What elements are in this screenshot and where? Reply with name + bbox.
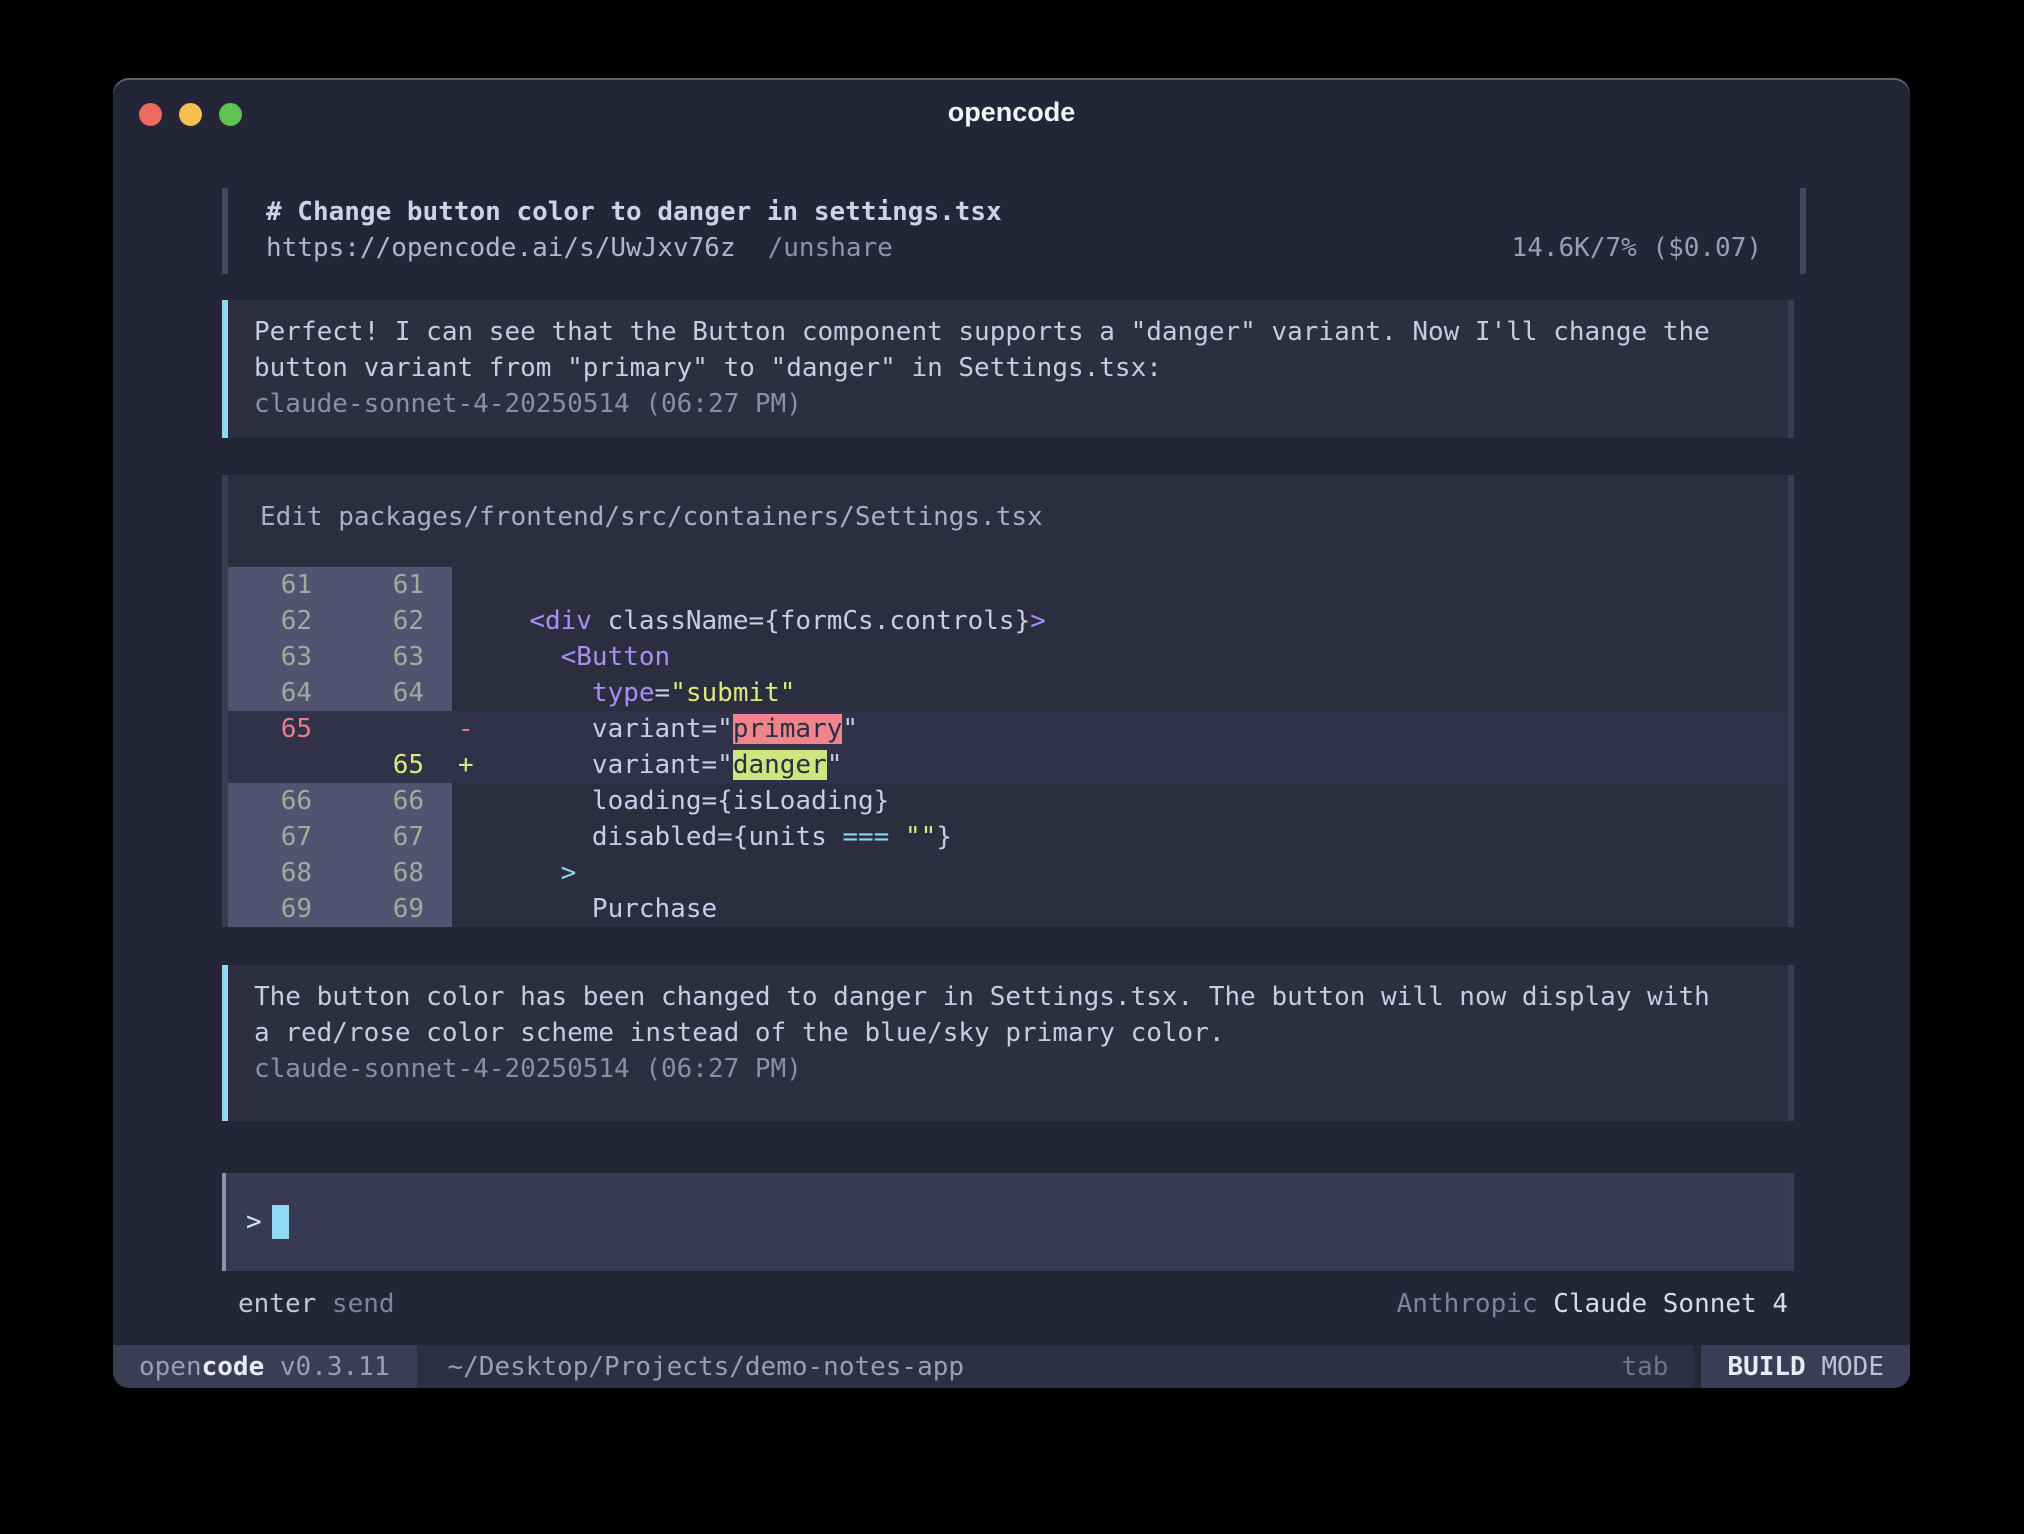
- diff-row: 6868 >: [228, 855, 1788, 891]
- mode-divider: [1694, 1345, 1701, 1388]
- prompt-input[interactable]: >: [222, 1173, 1794, 1271]
- provider-label: Anthropic: [1397, 1286, 1538, 1322]
- opencode-window: opencode # Change button color to danger…: [113, 78, 1910, 1388]
- diff-row: 6767 disabled={units === ""}: [228, 819, 1788, 855]
- context-usage: 14.6K/7% ($0.07): [1512, 230, 1762, 266]
- mode-name: BUILD: [1727, 1352, 1805, 1382]
- diff-row: 6262 <div className={formCs.controls}>: [228, 603, 1788, 639]
- app-version-chip: opencode v0.3.11: [113, 1345, 417, 1388]
- diff-row: 6161: [228, 567, 1788, 603]
- edit-tool-header: Edit packages/frontend/src/containers/Se…: [228, 499, 1788, 535]
- message-meta: claude-sonnet-4-20250514 (06:27 PM): [254, 1051, 1788, 1087]
- diff-row: 6464 type="submit": [228, 675, 1788, 711]
- app-version: v0.3.11: [264, 1352, 389, 1382]
- hints-row: enter send Anthropic Claude Sonnet 4: [222, 1286, 1794, 1322]
- diff-row: 6363 <Button: [228, 639, 1788, 675]
- mode-toggle-chip[interactable]: BUILD MODE: [1701, 1345, 1910, 1388]
- unshare-command[interactable]: /unshare: [768, 230, 893, 266]
- app-name-suffix: code: [202, 1352, 265, 1382]
- message-text: a red/rose color scheme instead of the b…: [254, 1015, 1788, 1051]
- message-text: Perfect! I can see that the Button compo…: [254, 314, 1788, 350]
- titlebar: opencode: [113, 78, 1910, 138]
- session-title: # Change button color to danger in setti…: [266, 194, 1002, 230]
- working-directory: ~/Desktop/Projects/demo-notes-app: [447, 1352, 964, 1382]
- screen: opencode # Change button color to danger…: [0, 0, 2024, 1534]
- assistant-message: Perfect! I can see that the Button compo…: [222, 300, 1794, 438]
- assistant-message: The button color has been changed to dan…: [222, 965, 1794, 1121]
- diff-row: 6969 Purchase: [228, 891, 1788, 927]
- tab-key-hint: tab: [1621, 1352, 1668, 1382]
- send-action-hint: send: [316, 1286, 394, 1322]
- enter-key-hint: enter: [222, 1286, 316, 1322]
- diff-rows: 61616262 <div className={formCs.controls…: [228, 567, 1788, 927]
- text-cursor: [272, 1205, 289, 1239]
- diff-row: 65+ variant="danger": [228, 747, 1788, 783]
- message-text: The button color has been changed to dan…: [254, 979, 1788, 1015]
- status-bar: opencode v0.3.11 ~/Desktop/Projects/demo…: [113, 1345, 1910, 1388]
- diff-row: 6666 loading={isLoading}: [228, 783, 1788, 819]
- share-url-link[interactable]: https://opencode.ai/s/UwJxv76z: [266, 230, 736, 266]
- window-title: opencode: [113, 97, 1910, 128]
- session-header: # Change button color to danger in setti…: [222, 188, 1806, 274]
- prompt-symbol: >: [246, 1207, 262, 1237]
- edit-tool-panel: Edit packages/frontend/src/containers/Se…: [222, 475, 1794, 927]
- model-label: Claude Sonnet 4: [1538, 1286, 1794, 1322]
- app-name-prefix: open: [139, 1352, 202, 1382]
- mode-suffix: MODE: [1806, 1352, 1884, 1382]
- message-meta: claude-sonnet-4-20250514 (06:27 PM): [254, 386, 1788, 422]
- diff-row: 65- variant="primary": [228, 711, 1788, 747]
- message-text: button variant from "primary" to "danger…: [254, 350, 1788, 386]
